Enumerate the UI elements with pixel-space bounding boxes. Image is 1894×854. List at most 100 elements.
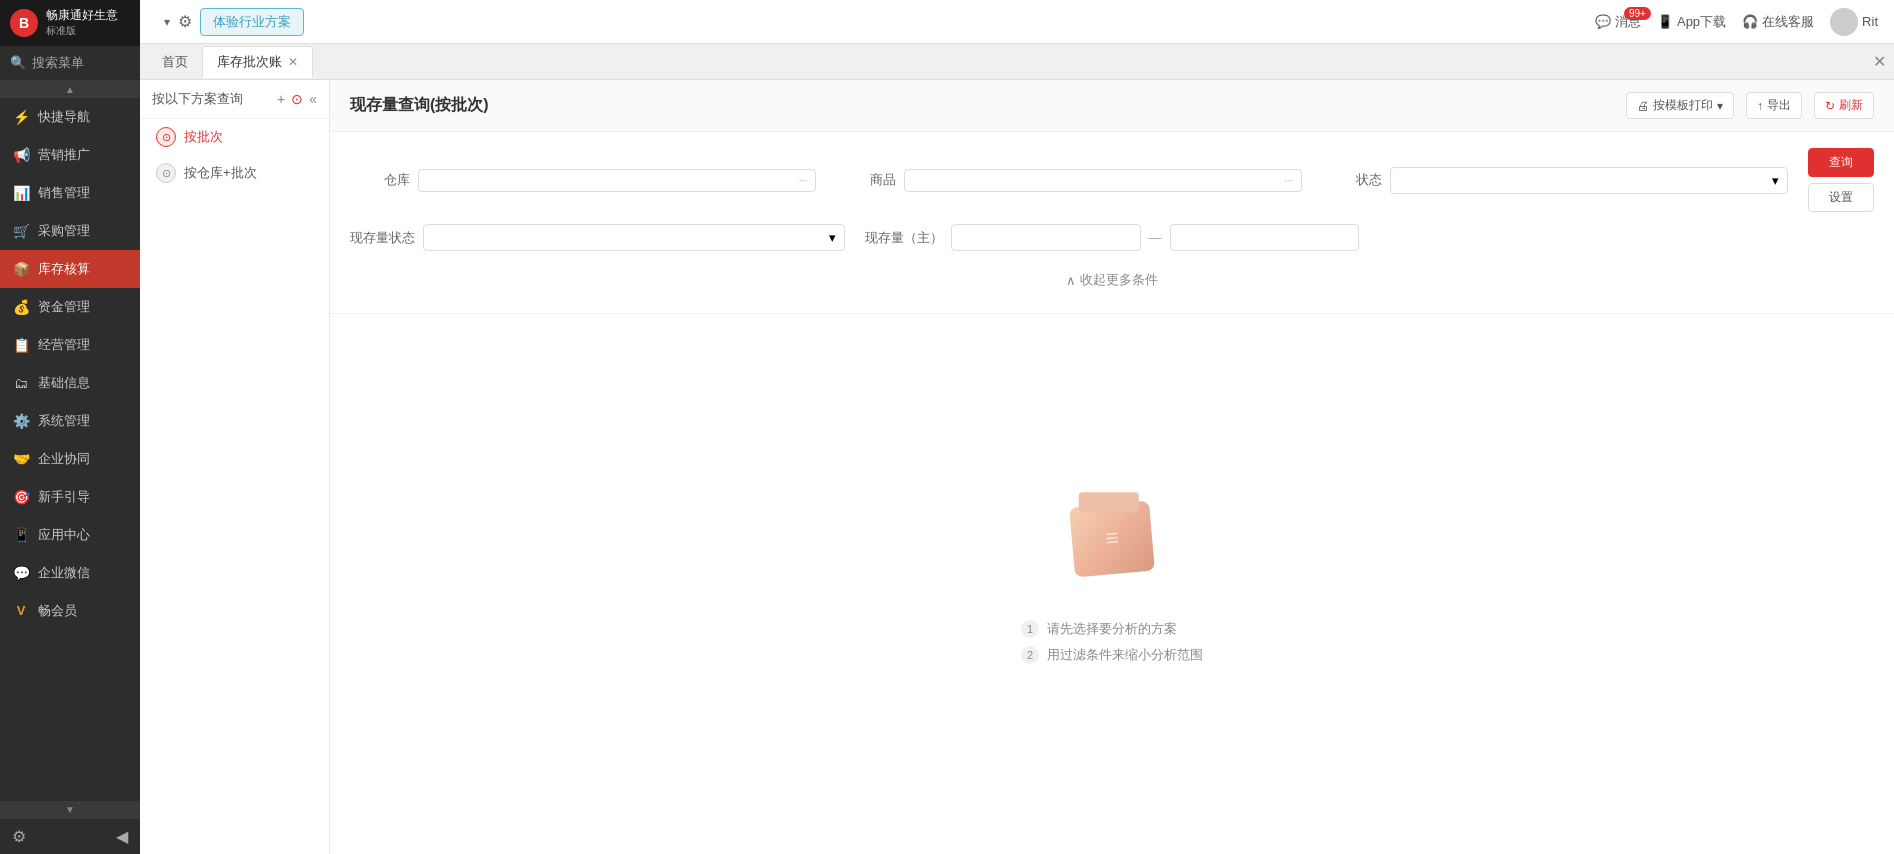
search-row-1: 仓库 ··· 商品 ··· [350,148,1874,212]
sidebar-item-appstore[interactable]: 📱 应用中心 [0,516,140,554]
product-field: 商品 ··· [836,169,1302,192]
settings-btn[interactable]: 设置 [1808,183,1874,212]
filter-item-by-warehouse-batch[interactable]: ⊙ 按仓库+批次 [140,155,329,191]
message-btn[interactable]: 💬 消息 99+ [1595,13,1641,31]
empty-tip-2: 2 用过滤条件来缩小分析范围 [1021,646,1203,664]
panel-close-btn[interactable]: ✕ [1873,52,1886,71]
app-download-btn[interactable]: 📱 App下载 [1657,13,1726,31]
newbie-icon: 🎯 [12,488,30,506]
sidebar-item-label: 资金管理 [38,298,90,316]
sidebar-item-label: 基础信息 [38,374,90,392]
sidebar-item-newbie[interactable]: 🎯 新手引导 [0,478,140,516]
topbar-dropdown-icon[interactable]: ▾ [164,15,170,29]
tab-close-icon[interactable]: ✕ [288,55,298,69]
refresh-label: 刷新 [1839,97,1863,114]
content-area: 按以下方案查询 + ⊙ « ⊙ 按批次 ⊙ 按仓库+批次 现存量查询(按批次) [140,80,1894,854]
purchase-icon: 🛒 [12,222,30,240]
app-info: 畅康通好生意 标准版 [46,8,118,38]
empty-box-graphic [1069,501,1155,578]
sidebar-footer: ⚙ ◀ [0,818,140,854]
filter-section-title: 按以下方案查询 [152,90,243,108]
tab-batch-account-label: 库存批次账 [217,53,282,71]
sidebar-item-label: 应用中心 [38,526,90,544]
refresh-btn[interactable]: ↻ 刷新 [1814,92,1874,119]
filter-item-by-batch[interactable]: ⊙ 按批次 [140,119,329,155]
tabbar: 首页 库存批次账 ✕ ✕ [140,44,1894,80]
sidebar-item-label: 营销推广 [38,146,90,164]
sidebar-search-label: 搜索菜单 [32,54,84,72]
sidebar-item-quick-nav[interactable]: ⚡ 快捷导航 [0,98,140,136]
empty-icon [1052,504,1172,604]
tab-home-label: 首页 [162,53,188,71]
query-btn[interactable]: 查询 [1808,148,1874,177]
sidebar-item-marketing[interactable]: 📢 营销推广 [0,136,140,174]
tab-batch-account[interactable]: 库存批次账 ✕ [202,46,313,78]
filter-by-batch-icon: ⊙ [156,127,176,147]
status-label: 状态 [1322,171,1382,189]
sidebar-item-label: 企业协同 [38,450,90,468]
tab-home[interactable]: 首页 [148,47,202,77]
sidebar-item-operation[interactable]: 📋 经营管理 [0,326,140,364]
sidebar-scroll-up[interactable]: ▲ [0,81,140,98]
sidebar-item-label: 采购管理 [38,222,90,240]
sidebar-item-basic[interactable]: 🗂 基础信息 [0,364,140,402]
sidebar-item-label: 新手引导 [38,488,90,506]
page-title: 现存量查询(按批次) [350,95,489,116]
collapse-conditions-btn[interactable]: ∧ 收起更多条件 [350,263,1874,297]
filter-by-batch-label: 按批次 [184,128,223,146]
filter-settings-icon[interactable]: ⊙ [291,91,303,107]
export-btn[interactable]: ↑ 导出 [1746,92,1802,119]
stock-status-select[interactable]: ▾ [423,224,845,251]
sidebar-item-sales[interactable]: 📊 销售管理 [0,174,140,212]
stock-qty-label: 现存量（主） [865,229,943,247]
basic-icon: 🗂 [12,374,30,392]
product-input[interactable]: ··· [904,169,1302,192]
collapse-icon: ∧ [1066,273,1076,288]
filter-add-icon[interactable]: + [277,91,285,107]
sidebar-item-purchase[interactable]: 🛒 采购管理 [0,212,140,250]
wechat-icon: 💬 [12,564,30,582]
empty-tips: 1 请先选择要分析的方案 2 用过滤条件来缩小分析范围 [1021,620,1203,664]
product-label: 商品 [836,171,896,189]
settings-footer-icon[interactable]: ⚙ [12,827,26,846]
status-select[interactable]: ▾ [1390,167,1788,194]
customer-service-btn[interactable]: 🎧 在线客服 [1742,13,1814,31]
trial-btn[interactable]: 体验行业方案 [200,8,304,36]
sidebar-item-label: 系统管理 [38,412,90,430]
sidebar-item-inventory[interactable]: 📦 库存核算 [0,250,140,288]
sidebar-scroll-down[interactable]: ▼ [0,801,140,818]
topbar-gear-icon[interactable]: ⚙ [178,12,192,31]
print-btn[interactable]: 🖨 按模板打印 ▾ [1626,92,1734,119]
export-icon: ↑ [1757,99,1763,113]
filter-panel-header: 按以下方案查询 + ⊙ « [140,80,329,119]
collapse-sidebar-icon[interactable]: ◀ [116,827,128,846]
sidebar-item-wechat[interactable]: 💬 企业微信 [0,554,140,592]
empty-state: 1 请先选择要分析的方案 2 用过滤条件来缩小分析范围 [330,314,1894,854]
user-name: Rit [1862,14,1878,29]
sidebar-item-finance[interactable]: 💰 资金管理 [0,288,140,326]
sidebar-item-enterprise[interactable]: 🤝 企业协同 [0,440,140,478]
finance-icon: 💰 [12,298,30,316]
sidebar: B 畅康通好生意 标准版 🔍 搜索菜单 ▲ ⚡ 快捷导航 📢 营销推广 📊 销售… [0,0,140,854]
sidebar-item-system[interactable]: ⚙️ 系统管理 [0,402,140,440]
stock-status-field: 现存量状态 ▾ [350,224,845,251]
print-icon: 🖨 [1637,99,1649,113]
customer-service-label: 在线客服 [1762,13,1814,31]
warehouse-input[interactable]: ··· [418,169,816,192]
main-content: 现存量查询(按批次) 🖨 按模板打印 ▾ ↑ 导出 ↻ 刷新 [330,80,1894,854]
collapse-label: 收起更多条件 [1080,271,1158,289]
stock-status-dropdown-icon: ▾ [829,230,836,245]
sidebar-item-label: 库存核算 [38,260,90,278]
system-icon: ⚙️ [12,412,30,430]
product-more-icon[interactable]: ··· [1285,175,1293,186]
sidebar-item-label: 销售管理 [38,184,90,202]
app-download-label: App下载 [1677,13,1726,31]
sidebar-search[interactable]: 🔍 搜索菜单 [0,46,140,81]
user-btn[interactable]: Rit [1830,8,1878,36]
sidebar-item-vip[interactable]: V 畅会员 [0,592,140,630]
stock-qty-to[interactable] [1170,224,1360,251]
stock-qty-from[interactable] [951,224,1141,251]
filter-collapse-icon[interactable]: « [309,91,317,107]
warehouse-more-icon[interactable]: ··· [799,175,807,186]
vip-icon: V [12,602,30,620]
